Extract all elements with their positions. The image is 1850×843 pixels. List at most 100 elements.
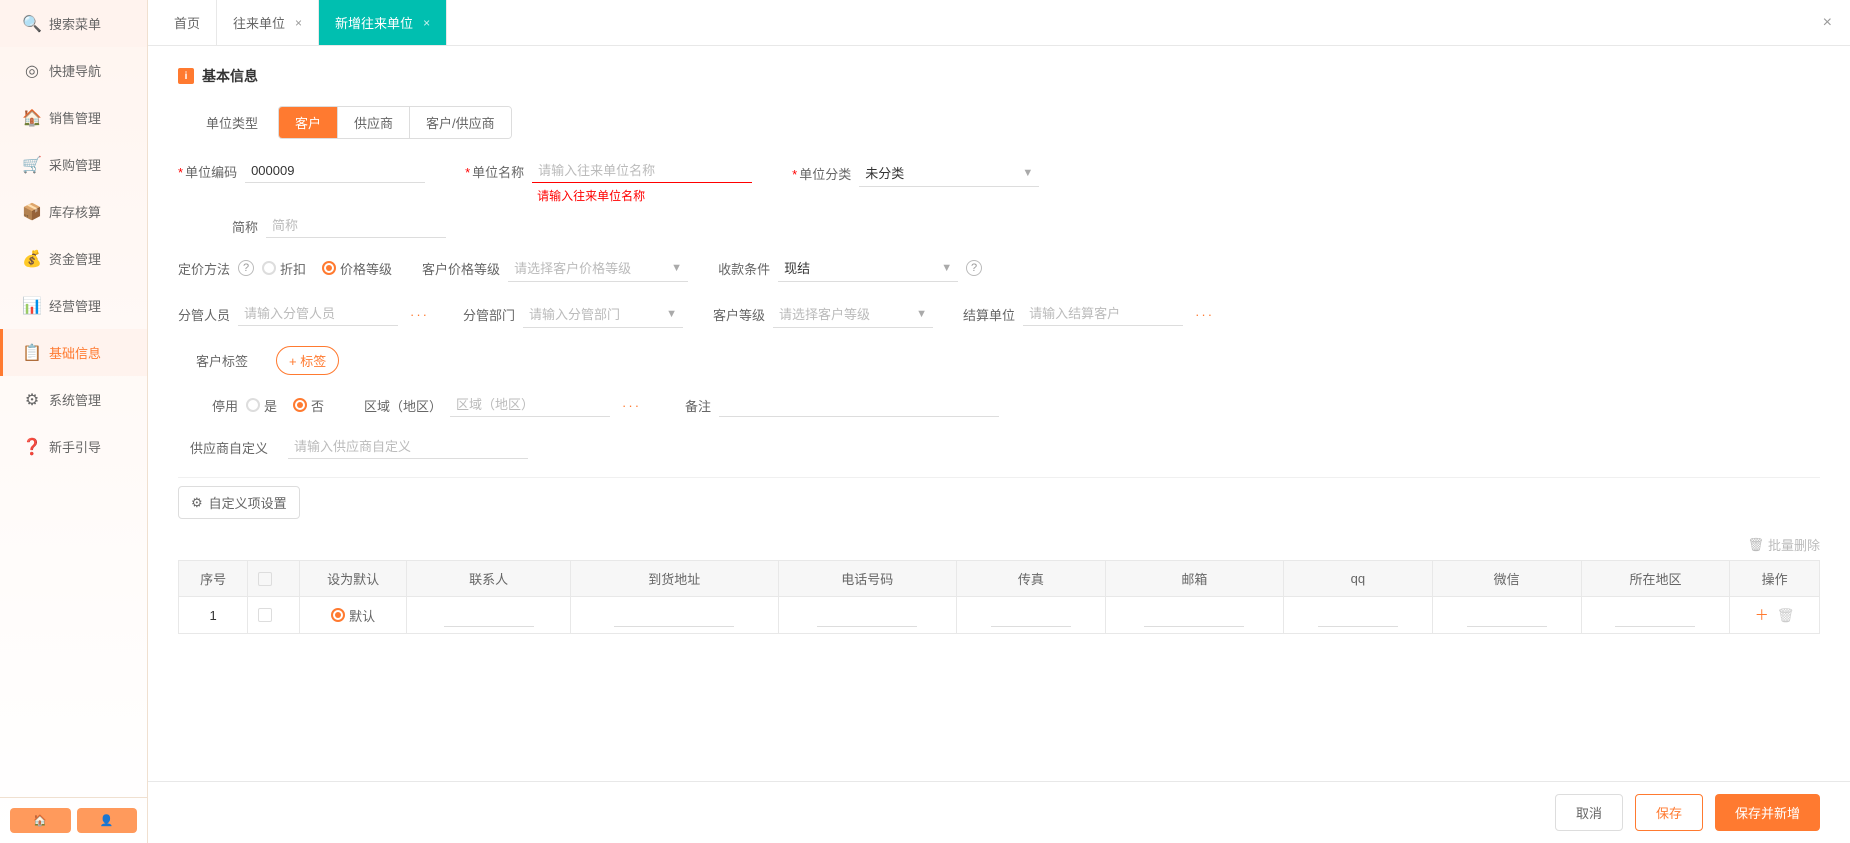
unit-info-row: 单位编码 单位名称 请输入往来单位名称 单位分类 未分类 ▼ <box>178 159 1820 204</box>
tab-counterparty[interactable]: 往来单位 × <box>217 0 319 45</box>
row-contact-cell <box>407 597 571 634</box>
unit-type-customer-btn[interactable]: 客户 <box>279 107 338 138</box>
row-delete-btn[interactable]: 🗑 <box>1777 605 1795 625</box>
window-close-btn[interactable]: × <box>1815 10 1840 36</box>
pricing-radio-group: 折扣 价格等级 <box>262 259 392 278</box>
row-default-radio[interactable]: 默认 <box>310 606 397 625</box>
disabled-no-radio[interactable]: 否 <box>293 396 324 415</box>
save-button[interactable]: 保存 <box>1635 794 1703 831</box>
cart-icon: 🛒 <box>23 156 41 174</box>
payment-terms-select[interactable]: 现结 ▼ <box>778 254 958 282</box>
row-region-input[interactable] <box>1615 603 1695 627</box>
section-title: i 基本信息 <box>178 66 1820 86</box>
disabled-radio-group: 是 否 <box>246 396 324 415</box>
sidebar-item-basicinfo[interactable]: 📋 基础信息 <box>0 329 147 376</box>
custom-settings-btn[interactable]: ⚙ 自定义项设置 <box>178 486 300 519</box>
row-add-btn[interactable]: ＋ <box>1755 605 1769 625</box>
row-qq-cell <box>1283 597 1432 634</box>
row-email-input[interactable] <box>1144 603 1244 627</box>
pricing-level-radio[interactable]: 价格等级 <box>322 259 392 278</box>
unit-type-both-btn[interactable]: 客户/供应商 <box>410 107 511 138</box>
custom-settings-label: 自定义项设置 <box>209 493 287 512</box>
remark-input[interactable] <box>719 393 999 417</box>
sidebar-item-label: 资金管理 <box>49 249 101 268</box>
tab-new-counterparty[interactable]: 新增往来单位 × <box>319 0 447 45</box>
customer-level-label: 客户等级 <box>713 305 765 324</box>
save-add-button[interactable]: 保存并新增 <box>1715 794 1820 831</box>
sidebar-item-label: 基础信息 <box>49 343 101 362</box>
sidebar-user-btn[interactable]: 👤 <box>77 808 138 833</box>
batch-delete[interactable]: 🗑 批量删除 <box>178 535 1820 554</box>
unit-type-label: 单位类型 <box>178 113 258 132</box>
customer-price-level-placeholder: 请选择客户价格等级 <box>514 258 671 277</box>
unit-category-select[interactable]: 未分类 ▼ <box>859 159 1039 187</box>
manager-more-btn[interactable]: ··· <box>406 305 433 324</box>
bottom-bar: 取消 保存 保存并新增 <box>148 781 1850 843</box>
settlement-more-btn[interactable]: ··· <box>1191 305 1218 324</box>
tab-home[interactable]: 首页 <box>158 0 217 45</box>
sidebar-item-inventory[interactable]: 📦 库存核算 <box>0 188 147 235</box>
supplier-custom-input[interactable] <box>288 435 528 459</box>
row-address-cell <box>570 597 778 634</box>
row-phone-input[interactable] <box>817 603 917 627</box>
sidebar-item-finance[interactable]: 💰 资金管理 <box>0 235 147 282</box>
tab-new-counterparty-close[interactable]: × <box>423 16 430 30</box>
sidebar-item-shortcut[interactable]: ◎ 快捷导航 <box>0 47 147 94</box>
region-more-btn[interactable]: ··· <box>618 396 645 415</box>
row-fax-cell <box>956 597 1105 634</box>
col-actions: 操作 <box>1730 561 1820 597</box>
disabled-no-label: 否 <box>311 396 324 415</box>
unit-name-input[interactable] <box>532 159 752 183</box>
customer-price-level-field: 客户价格等级 请选择客户价格等级 ▼ <box>422 254 688 282</box>
add-tag-btn[interactable]: + 标签 <box>276 346 339 375</box>
sidebar-home-btn[interactable]: 🏠 <box>10 808 71 833</box>
row-default-circle <box>331 608 345 622</box>
col-qq: qq <box>1283 561 1432 597</box>
disabled-yes-radio[interactable]: 是 <box>246 396 277 415</box>
department-select[interactable]: 请输入分管部门 ▼ <box>523 300 683 328</box>
row-address-input[interactable] <box>614 603 734 627</box>
abbr-field: 简称 <box>178 214 446 238</box>
sidebar-item-system[interactable]: ⚙ 系统管理 <box>0 376 147 423</box>
unit-type-supplier-btn[interactable]: 供应商 <box>338 107 410 138</box>
pricing-discount-radio[interactable]: 折扣 <box>262 259 306 278</box>
manager-input[interactable] <box>238 302 398 326</box>
settlement-unit-input[interactable] <box>1023 302 1183 326</box>
customer-level-select[interactable]: 请选择客户等级 ▼ <box>773 300 933 328</box>
guide-icon: ❓ <box>23 438 41 456</box>
row-fax-input[interactable] <box>991 603 1071 627</box>
row-wechat-input[interactable] <box>1467 603 1547 627</box>
cancel-button[interactable]: 取消 <box>1555 794 1623 831</box>
tab-bar: 首页 往来单位 × 新增往来单位 × × <box>148 0 1850 46</box>
home-icon: 🏠 <box>23 109 41 127</box>
disabled-no-circle <box>293 398 307 412</box>
sidebar-item-search[interactable]: 🔍 搜索菜单 <box>0 0 147 47</box>
abbr-input[interactable] <box>266 214 446 238</box>
customer-price-level-select[interactable]: 请选择客户价格等级 ▼ <box>508 254 688 282</box>
tab-counterparty-close[interactable]: × <box>295 16 302 30</box>
sidebar-item-guide[interactable]: ❓ 新手引导 <box>0 423 147 470</box>
sidebar-item-operations[interactable]: 📊 经营管理 <box>0 282 147 329</box>
pricing-help-icon[interactable]: ? <box>238 260 254 276</box>
sidebar-item-purchase[interactable]: 🛒 采购管理 <box>0 141 147 188</box>
row-contact-input[interactable] <box>444 603 534 627</box>
remark-label: 备注 <box>685 396 711 415</box>
manager-label: 分管人员 <box>178 305 230 324</box>
header-checkbox[interactable] <box>258 572 272 586</box>
sidebar-item-sales[interactable]: 🏠 销售管理 <box>0 94 147 141</box>
discount-radio-circle <box>262 261 276 275</box>
row-checkbox[interactable] <box>258 608 272 622</box>
sidebar-item-label: 搜索菜单 <box>49 14 101 33</box>
region-input[interactable] <box>450 393 610 417</box>
table-header-row: 序号 设为默认 联系人 到货地址 电话号码 传真 邮箱 qq 微信 所在地区 操… <box>179 561 1820 597</box>
disabled-yes-circle <box>246 398 260 412</box>
payment-terms-help-icon[interactable]: ? <box>966 260 982 276</box>
supplier-custom-row: 供应商自定义 <box>178 435 1820 459</box>
batch-delete-label: 批量删除 <box>1768 535 1820 554</box>
gear-icon: ⚙ <box>23 391 41 409</box>
row-qq-input[interactable] <box>1318 603 1398 627</box>
table-header: 序号 设为默认 联系人 到货地址 电话号码 传真 邮箱 qq 微信 所在地区 操… <box>179 561 1820 597</box>
level-label: 价格等级 <box>340 259 392 278</box>
unit-code-input[interactable] <box>245 159 425 183</box>
chart-icon: 📊 <box>23 297 41 315</box>
